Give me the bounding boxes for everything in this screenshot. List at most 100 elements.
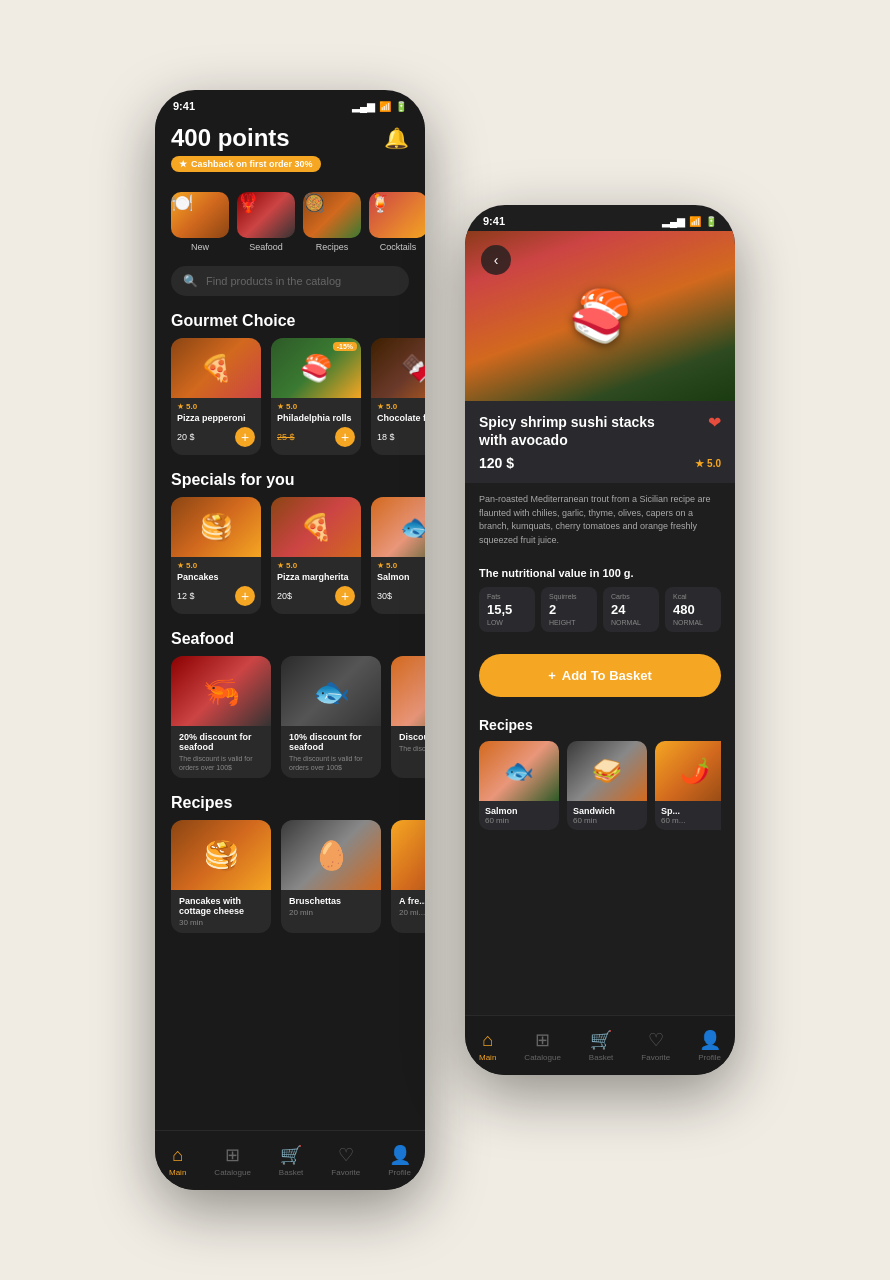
- signal-icon-right: ▂▄▆: [662, 216, 685, 227]
- recipe-img-1: 🥞: [171, 820, 271, 890]
- category-recipes-label: Recipes: [316, 242, 349, 252]
- category-new-label: New: [191, 242, 209, 252]
- recipe-info-3: A fre... 20 mi...: [391, 890, 425, 923]
- sushi-name: Philadelphia rolls: [271, 411, 361, 427]
- profile-icon-right: 👤: [699, 1029, 721, 1051]
- star-icon: ★: [277, 561, 284, 570]
- seafood-desc-3: The disc... orders o...: [399, 744, 425, 753]
- wifi-icon-right: 📶: [689, 216, 701, 227]
- recipe-card-1[interactable]: 🥞 Pancakes with cottage cheese 30 min: [171, 820, 271, 933]
- right-recipe-sandwich[interactable]: 🥪 Sandwich 60 min: [567, 741, 647, 830]
- specials-title: Specials for you: [155, 465, 425, 497]
- nav-catalogue-right[interactable]: ⊞ Catalogue: [524, 1029, 560, 1062]
- right-recipe-salmon[interactable]: 🐟 Salmon 60 min: [479, 741, 559, 830]
- squirrels-label: Squirrels: [549, 593, 589, 600]
- star-icon: ★: [177, 561, 184, 570]
- salmon-rating: ★ 5.0: [371, 557, 425, 570]
- seafood-img-2: 🐟: [281, 656, 381, 726]
- pancakes-name: Pancakes: [171, 570, 261, 586]
- food-card-pancakes[interactable]: 🥞 ★ 5.0 Pancakes 12 $ +: [171, 497, 261, 614]
- pizza-price: 20 $: [177, 432, 195, 442]
- category-recipes[interactable]: 🥘 Recipes: [303, 192, 361, 252]
- recipe-card-2[interactable]: 🥚 Bruschettas 20 min: [281, 820, 381, 933]
- food-description: Pan-roasted Mediterranean trout from a S…: [465, 483, 735, 557]
- catalogue-icon-left: ⊞: [225, 1144, 240, 1166]
- seafood-img-3: 🦑: [391, 656, 425, 726]
- seafood-desc-2: The discount is valid for orders over 10…: [289, 754, 373, 772]
- bell-icon[interactable]: 🔔: [384, 126, 409, 150]
- plus-icon: +: [548, 668, 556, 683]
- salmon-name: Salmon: [371, 570, 425, 586]
- recipe-time-3: 20 mi...: [399, 908, 425, 917]
- nav-favorite-left[interactable]: ♡ Favorite: [331, 1144, 360, 1177]
- kcal-unit: NORMAL: [673, 619, 713, 626]
- nav-main-label-right: Main: [479, 1053, 496, 1062]
- margherita-add-btn[interactable]: +: [335, 586, 355, 606]
- seafood-card-1[interactable]: 🦐 20% discount for seafood The discount …: [171, 656, 271, 778]
- category-cocktails-img: 🍹: [369, 192, 425, 238]
- food-card-salmon[interactable]: 🐟 ★ 5.0 Salmon 30$ +: [371, 497, 425, 614]
- pancakes-add-btn[interactable]: +: [235, 586, 255, 606]
- recipe-img-2: 🥚: [281, 820, 381, 890]
- food-card-choc[interactable]: 🍫 ★ 5.0 Chocolate fo... 18 $ +: [371, 338, 425, 455]
- nav-basket-right[interactable]: 🛒 Basket: [589, 1029, 613, 1062]
- nutrition-section: The nutritional value in 100 g. Fats 15,…: [465, 557, 735, 642]
- pizza-img: 🍕: [171, 338, 261, 398]
- right-recipe-sp-time: 60 m...: [661, 816, 721, 825]
- seafood-discount-1: 20% discount for seafood: [179, 732, 263, 752]
- fats-value: 15,5: [487, 602, 527, 617]
- right-recipe-sandwich-info: Sandwich 60 min: [567, 801, 647, 830]
- cashback-text: Cashback on first order 30%: [191, 159, 313, 169]
- nutrition-carbs: Carbs 24 NORMAL: [603, 587, 659, 632]
- nav-main-right[interactable]: ⌂ Main: [479, 1030, 496, 1062]
- header-left: 400 points 🔔 ★ Cashback on first order 3…: [155, 116, 425, 182]
- back-button[interactable]: ‹: [481, 245, 511, 275]
- add-to-basket-button[interactable]: + Add To Basket: [479, 654, 721, 697]
- carbs-value: 24: [611, 602, 651, 617]
- seafood-title: Seafood: [155, 624, 425, 656]
- food-card-sushi[interactable]: 🍣 -15% ★ 5.0 Philadelphia rolls 25 $ +: [271, 338, 361, 455]
- margherita-rating-val: 5.0: [286, 561, 297, 570]
- right-recipe-sandwich-name: Sandwich: [573, 806, 641, 816]
- nutrition-kcal: Kcal 480 NORMAL: [665, 587, 721, 632]
- pizza-name: Pizza pepperoni: [171, 411, 261, 427]
- seafood-card-2[interactable]: 🐟 10% discount for seafood The discount …: [281, 656, 381, 778]
- favorite-icon-left: ♡: [338, 1144, 354, 1166]
- margherita-price: 20$: [277, 591, 292, 601]
- search-bar[interactable]: 🔍 Find products in the catalog: [171, 266, 409, 296]
- heart-icon[interactable]: ❤: [708, 413, 721, 432]
- recipe-card-3[interactable]: 🍳 A fre... 20 mi...: [391, 820, 425, 933]
- seafood-img-1: 🦐: [171, 656, 271, 726]
- rating-value-right: 5.0: [707, 458, 721, 469]
- category-new-img: 🍽️: [171, 192, 229, 238]
- food-card-margherita[interactable]: 🍕 ★ 5.0 Pizza margherita 20$ +: [271, 497, 361, 614]
- pizza-add-btn[interactable]: +: [235, 427, 255, 447]
- home-icon-left: ⌂: [172, 1145, 183, 1166]
- seafood-cards: 🦐 20% discount for seafood The discount …: [155, 656, 425, 788]
- nav-main-left[interactable]: ⌂ Main: [169, 1145, 186, 1177]
- category-new[interactable]: 🍽️ New: [171, 192, 229, 252]
- category-seafood[interactable]: 🦞 Seafood: [237, 192, 295, 252]
- right-recipe-salmon-info: Salmon 60 min: [479, 801, 559, 830]
- nav-basket-left[interactable]: 🛒 Basket: [279, 1144, 303, 1177]
- category-cocktails[interactable]: 🍹 Cocktails: [369, 192, 425, 252]
- sushi-badge: -15%: [333, 342, 357, 351]
- right-recipes-title: Recipes: [479, 709, 721, 741]
- nav-favorite-right[interactable]: ♡ Favorite: [641, 1029, 670, 1062]
- nav-catalogue-left[interactable]: ⊞ Catalogue: [214, 1144, 250, 1177]
- recipes-cards: 🥞 Pancakes with cottage cheese 30 min 🥚 …: [155, 820, 425, 943]
- seafood-card-3[interactable]: 🦑 Discount for seaf... The disc... order…: [391, 656, 425, 778]
- right-recipe-sp-img: 🌶️: [655, 741, 721, 801]
- nav-profile-right[interactable]: 👤 Profile: [698, 1029, 721, 1062]
- nav-profile-left[interactable]: 👤 Profile: [388, 1144, 411, 1177]
- right-recipe-sp[interactable]: 🌶️ Sp... 60 m...: [655, 741, 721, 830]
- home-icon-right: ⌂: [482, 1030, 493, 1051]
- recipe-name-3: A fre...: [399, 896, 425, 906]
- right-phone: 9:41 ▂▄▆ 📶 🔋 ‹ 🍣 Spicy shrimp sushi stac…: [465, 205, 735, 1075]
- pancakes-rating-val: 5.0: [186, 561, 197, 570]
- nav-favorite-label-right: Favorite: [641, 1053, 670, 1062]
- food-card-pizza[interactable]: 🍕 ★ 5.0 Pizza pepperoni 20 $ +: [171, 338, 261, 455]
- nav-catalogue-label-left: Catalogue: [214, 1168, 250, 1177]
- battery-icon-right: 🔋: [705, 216, 717, 227]
- sushi-add-btn[interactable]: +: [335, 427, 355, 447]
